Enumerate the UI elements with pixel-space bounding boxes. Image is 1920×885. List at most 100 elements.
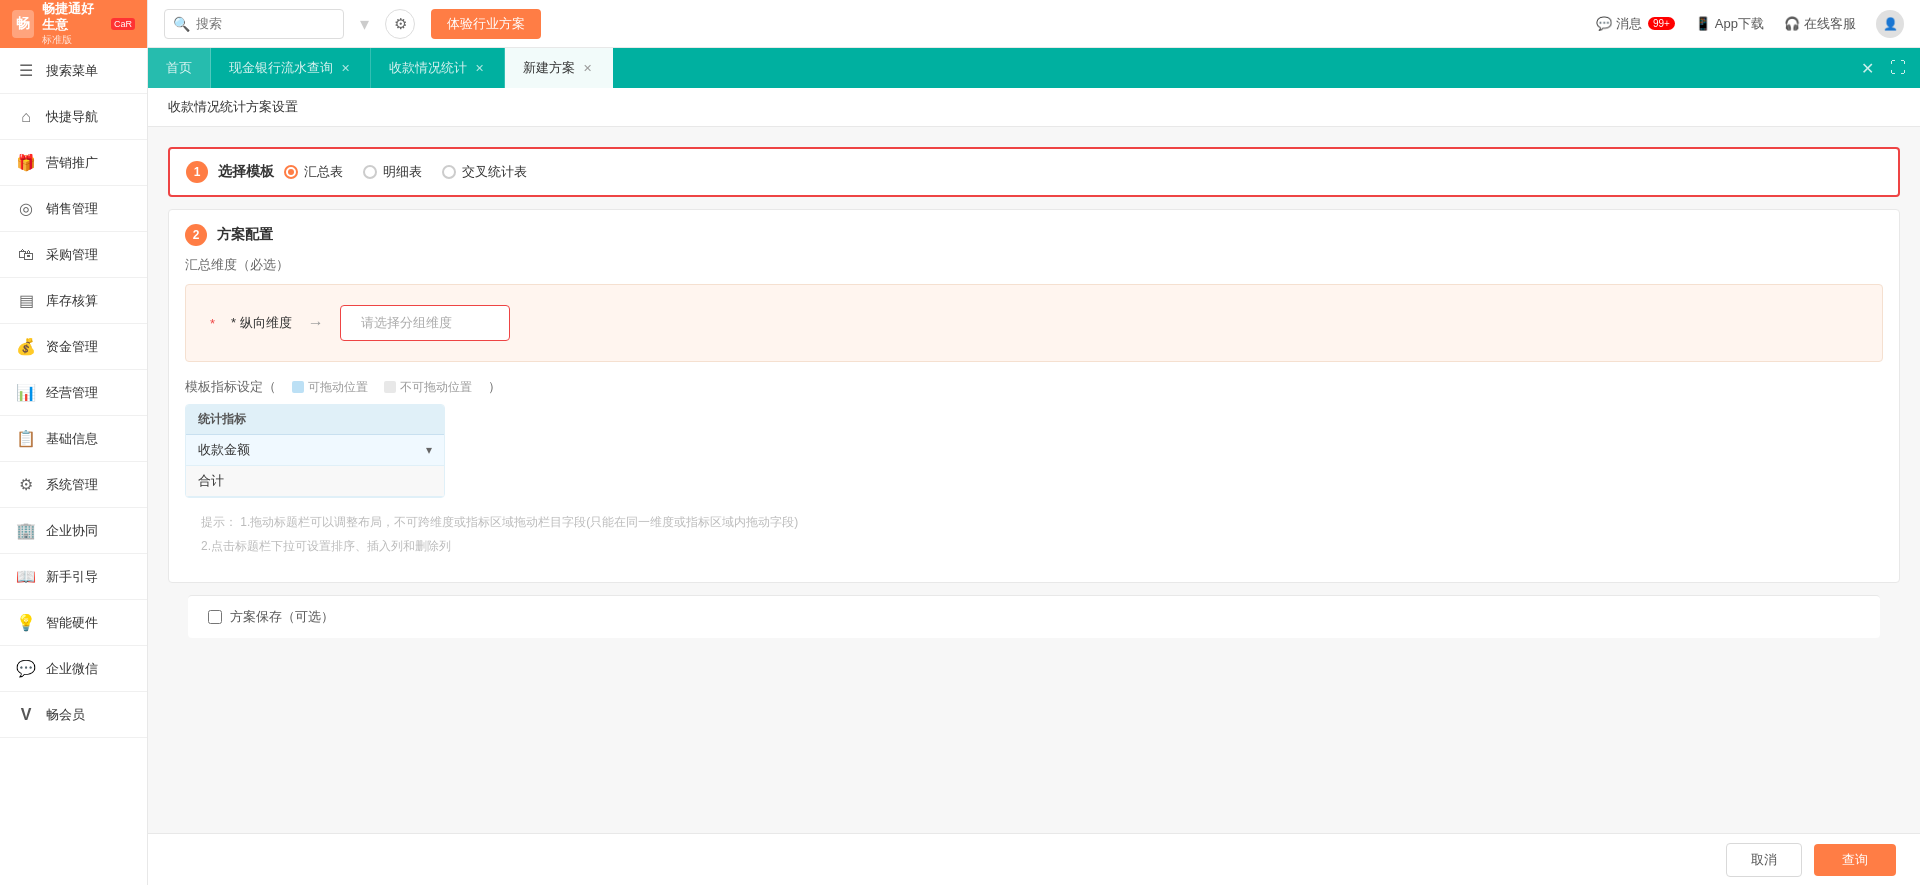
sidebar-item-marketing[interactable]: 🎁 营销推广 bbox=[0, 140, 147, 186]
search-box[interactable]: 🔍 bbox=[164, 9, 344, 39]
search-icon: 🔍 bbox=[173, 16, 190, 32]
section2-panel: 2 方案配置 汇总维度（必选） * * 纵向维度 → 请选择分组维度 bbox=[168, 209, 1900, 583]
indicator-table: 统计指标 收款金额 ▾ 合计 bbox=[185, 404, 445, 498]
sidebar-item-finance[interactable]: 💰 资金管理 bbox=[0, 324, 147, 370]
dimension-vertical-label: * 纵向维度 bbox=[231, 314, 292, 332]
management-icon: 📊 bbox=[16, 383, 36, 402]
tips-area: 提示： 1.拖动标题栏可以调整布局，不可跨维度或指标区域拖动栏目字段(只能在同一… bbox=[185, 498, 1883, 566]
base-info-icon: 📋 bbox=[16, 429, 36, 448]
marketing-icon: 🎁 bbox=[16, 153, 36, 172]
radio-summary[interactable]: 汇总表 bbox=[284, 163, 343, 181]
sidebar-item-guide-label: 新手引导 bbox=[46, 568, 98, 586]
wechat-icon: 💬 bbox=[16, 659, 36, 678]
save-checkbox[interactable] bbox=[208, 610, 222, 624]
sidebar-item-enterprise[interactable]: 🏢 企业协同 bbox=[0, 508, 147, 554]
payment-stat-tab-close-icon[interactable]: ✕ bbox=[473, 61, 486, 76]
notifications-btn[interactable]: 💬 消息 99+ bbox=[1596, 15, 1675, 33]
sidebar-item-sys-mgmt[interactable]: ⚙ 系统管理 bbox=[0, 462, 147, 508]
dimension-subtitle: 汇总维度（必选） bbox=[185, 256, 1883, 274]
form-area: 1 选择模板 汇总表 明细表 交叉统计表 bbox=[148, 127, 1920, 658]
sys-mgmt-icon: ⚙ bbox=[16, 475, 36, 494]
finance-icon: 💰 bbox=[16, 337, 36, 356]
sidebar-item-search-menu-label: 搜索菜单 bbox=[46, 62, 98, 80]
sidebar-item-sales[interactable]: ◎ 销售管理 bbox=[0, 186, 147, 232]
purchase-icon: 🛍 bbox=[16, 246, 36, 264]
sidebar-item-purchase[interactable]: 🛍 采购管理 bbox=[0, 232, 147, 278]
gear-icon: ⚙ bbox=[394, 15, 407, 33]
tip-1-text: 提示： 1.拖动标题栏可以调整布局，不可跨维度或指标区域拖动栏目字段(只能在同一… bbox=[201, 510, 798, 534]
sidebar-item-smart-hw[interactable]: 💡 智能硬件 bbox=[0, 600, 147, 646]
sidebar-item-inventory-label: 库存核算 bbox=[46, 292, 98, 310]
save-label: 方案保存（可选） bbox=[230, 608, 334, 626]
sidebar-item-marketing-label: 营销推广 bbox=[46, 154, 98, 172]
indicator-row-payment[interactable]: 收款金额 ▾ bbox=[186, 435, 444, 466]
indicator-table-header: 统计指标 bbox=[186, 405, 444, 435]
sidebar-item-inventory[interactable]: ▤ 库存核算 bbox=[0, 278, 147, 324]
sidebar-item-sys-mgmt-label: 系统管理 bbox=[46, 476, 98, 494]
sidebar-item-member-label: 畅会员 bbox=[46, 706, 85, 724]
close-tab-icon[interactable]: ✕ bbox=[1855, 55, 1880, 82]
sidebar-item-sales-label: 销售管理 bbox=[46, 200, 98, 218]
radio-summary-label: 汇总表 bbox=[304, 163, 343, 181]
trial-industry-button[interactable]: 体验行业方案 bbox=[431, 9, 541, 39]
tip-2-text: 2.点击标题栏下拉可设置排序、插入列和删除列 bbox=[201, 534, 451, 558]
query-button[interactable]: 查询 bbox=[1814, 844, 1896, 876]
tabbar-actions: ✕ ⛶ bbox=[1855, 55, 1920, 82]
sidebar-item-search-menu[interactable]: ☰ 搜索菜单 bbox=[0, 48, 147, 94]
tab-payment-stat[interactable]: 收款情况统计 ✕ bbox=[371, 48, 505, 88]
tab-new-plan[interactable]: 新建方案 ✕ bbox=[505, 48, 613, 88]
sidebar-item-management[interactable]: 📊 经营管理 bbox=[0, 370, 147, 416]
dropdown-arrow-icon[interactable]: ▾ bbox=[360, 13, 369, 35]
bank-flow-tab-close-icon[interactable]: ✕ bbox=[339, 61, 352, 76]
radio-cross-dot bbox=[442, 165, 456, 179]
smart-hw-icon: 💡 bbox=[16, 613, 36, 632]
dimension-input[interactable]: 请选择分组维度 bbox=[340, 305, 510, 341]
tip-line-2: 2.点击标题栏下拉可设置排序、插入列和删除列 bbox=[201, 534, 1867, 558]
main-area: 🔍 ▾ ⚙ 体验行业方案 💬 消息 99+ 📱 App下载 🎧 在线客服 👤 bbox=[148, 0, 1920, 885]
legend-draggable: 可拖动位置 bbox=[292, 379, 368, 396]
quick-nav-icon: ⌂ bbox=[16, 108, 36, 126]
new-plan-tab-close-icon[interactable]: ✕ bbox=[581, 61, 594, 76]
notifications-label: 消息 bbox=[1616, 15, 1642, 33]
sidebar-item-wechat[interactable]: 💬 企业微信 bbox=[0, 646, 147, 692]
cancel-button[interactable]: 取消 bbox=[1726, 843, 1802, 877]
indicator-dropdown-icon[interactable]: ▾ bbox=[426, 443, 432, 457]
sidebar-item-guide[interactable]: 📖 新手引导 bbox=[0, 554, 147, 600]
tab-home[interactable]: 首页 bbox=[148, 48, 211, 88]
app-download-label: App下载 bbox=[1715, 15, 1764, 33]
service-icon: 🎧 bbox=[1784, 16, 1800, 31]
sidebar: 畅 畅捷通好生意 标准版 CaR ☰ 搜索菜单 ⌂ 快捷导航 🎁 营销推广 ◎ … bbox=[0, 0, 148, 885]
tab-bank-flow[interactable]: 现金银行流水查询 ✕ bbox=[211, 48, 371, 88]
sidebar-item-quick-nav[interactable]: ⌂ 快捷导航 bbox=[0, 94, 147, 140]
app-download-btn[interactable]: 📱 App下载 bbox=[1695, 15, 1764, 33]
radio-summary-dot bbox=[284, 165, 298, 179]
online-service-btn[interactable]: 🎧 在线客服 bbox=[1784, 15, 1856, 33]
content-area: 收款情况统计方案设置 1 选择模板 汇总表 明细表 bbox=[148, 88, 1920, 833]
legend-draggable-label: 可拖动位置 bbox=[308, 379, 368, 396]
config-area: 汇总维度（必选） * * 纵向维度 → 请选择分组维度 模板指标设定（ bbox=[169, 256, 1899, 582]
avatar: 👤 bbox=[1876, 10, 1904, 38]
expand-tab-icon[interactable]: ⛶ bbox=[1884, 55, 1912, 81]
section1-number: 1 bbox=[186, 161, 208, 183]
user-avatar-btn[interactable]: 👤 bbox=[1876, 10, 1904, 38]
search-input[interactable] bbox=[196, 16, 316, 31]
guide-icon: 📖 bbox=[16, 567, 36, 586]
sidebar-item-wechat-label: 企业微信 bbox=[46, 660, 98, 678]
logo-badge: CaR bbox=[111, 18, 135, 30]
radio-detail[interactable]: 明细表 bbox=[363, 163, 422, 181]
sidebar-item-base-info[interactable]: 📋 基础信息 bbox=[0, 416, 147, 462]
radio-cross[interactable]: 交叉统计表 bbox=[442, 163, 527, 181]
indicator-settings-header: 模板指标设定（ 可拖动位置 不可拖动位置 bbox=[185, 378, 1883, 396]
settings-gear-btn[interactable]: ⚙ bbox=[385, 9, 415, 39]
page-title: 收款情况统计方案设置 bbox=[148, 88, 1920, 127]
legend-fixed: 不可拖动位置 bbox=[384, 379, 472, 396]
topbar: 🔍 ▾ ⚙ 体验行业方案 💬 消息 99+ 📱 App下载 🎧 在线客服 👤 bbox=[148, 0, 1920, 48]
section1-panel: 1 选择模板 汇总表 明细表 交叉统计表 bbox=[168, 147, 1900, 197]
logo-text-group: 畅捷通好生意 标准版 bbox=[42, 1, 103, 46]
bank-flow-tab-label: 现金银行流水查询 bbox=[229, 59, 333, 77]
sidebar-item-member[interactable]: V 畅会员 bbox=[0, 692, 147, 738]
payment-stat-tab-label: 收款情况统计 bbox=[389, 59, 467, 77]
legend-fixed-label: 不可拖动位置 bbox=[400, 379, 472, 396]
template-radio-group: 汇总表 明细表 交叉统计表 bbox=[284, 163, 527, 181]
sidebar-item-finance-label: 资金管理 bbox=[46, 338, 98, 356]
